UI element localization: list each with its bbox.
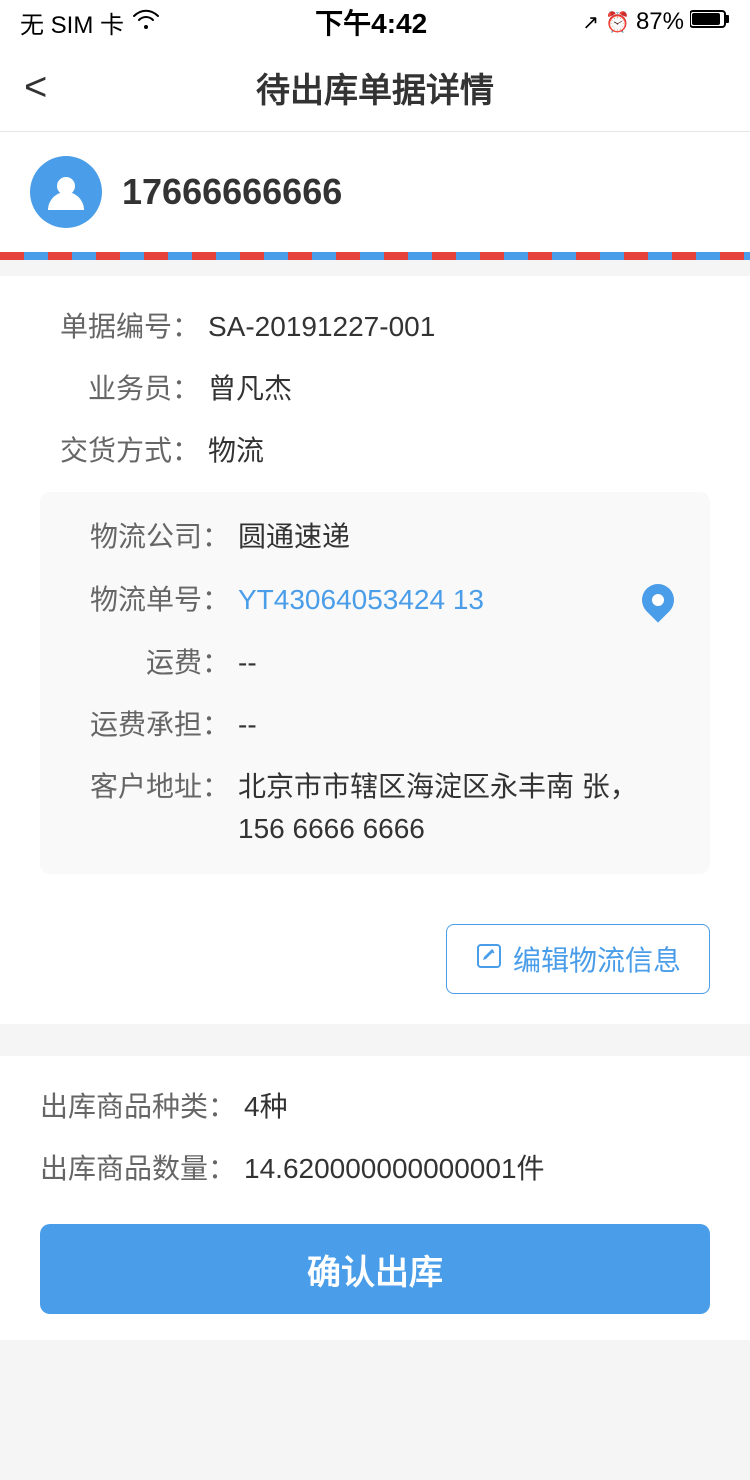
logistics-company-value: 圆通速递 — [238, 516, 680, 558]
logistics-tracking-value: YT43064053424 13 — [238, 579, 624, 621]
staff-value: 曾凡杰 — [208, 368, 710, 410]
page-title: 待出库单据详情 — [256, 63, 494, 112]
section-separator — [0, 1024, 750, 1040]
status-right: ↗ ⏰ 87% — [582, 8, 730, 36]
freight-label: 运费： — [70, 642, 230, 684]
map-pin-icon[interactable] — [636, 578, 680, 622]
dashed-divider — [0, 252, 750, 260]
alarm-icon: ⏰ — [605, 10, 630, 35]
wifi-icon — [132, 8, 160, 36]
edit-btn-row: 编辑物流信息 — [0, 904, 750, 1024]
status-time: 下午4:42 — [315, 2, 427, 42]
back-icon: < — [24, 65, 47, 109]
goods-types-label: 出库商品种类： — [40, 1086, 236, 1128]
goods-quantity-row: 出库商品数量： 14.620000000000001件 — [40, 1148, 710, 1190]
carrier-text: 无 SIM 卡 — [20, 5, 124, 40]
goods-types-row: 出库商品种类： 4种 — [40, 1086, 710, 1128]
freight-value: -- — [238, 642, 680, 684]
doc-number-label: 单据编号： — [40, 306, 200, 348]
freight-bearer-value: -- — [238, 704, 680, 746]
nav-bar: < 待出库单据详情 — [0, 44, 750, 132]
address-label: 客户地址： — [70, 766, 230, 808]
doc-number-row: 单据编号： SA-20191227-001 — [40, 306, 710, 348]
logistics-company-label: 物流公司： — [70, 516, 230, 558]
doc-number-value: SA-20191227-001 — [208, 306, 710, 348]
avatar — [30, 156, 102, 228]
delivery-value: 物流 — [208, 430, 710, 472]
logistics-card: 物流公司： 圆通速递 物流单号： YT43064053424 13 运费： --… — [40, 492, 710, 874]
staff-label: 业务员： — [40, 368, 200, 410]
goods-section: 出库商品种类： 4种 出库商品数量： 14.620000000000001件 — [0, 1056, 750, 1220]
user-phone: 17666666666 — [122, 171, 342, 213]
freight-bearer-label: 运费承担： — [70, 704, 230, 746]
goods-quantity-value: 14.620000000000001件 — [244, 1148, 710, 1190]
back-button[interactable]: < — [24, 65, 47, 110]
staff-row: 业务员： 曾凡杰 — [40, 368, 710, 410]
document-section: 单据编号： SA-20191227-001 业务员： 曾凡杰 交货方式： 物流 … — [0, 276, 750, 904]
battery-icon — [690, 8, 730, 36]
status-left: 无 SIM 卡 — [20, 5, 160, 40]
battery-text: 87% — [636, 8, 684, 36]
edit-logistics-icon — [475, 942, 503, 977]
edit-logistics-button[interactable]: 编辑物流信息 — [446, 924, 710, 994]
bottom-area: 确认出库 — [0, 1204, 750, 1334]
location-icon: ↗ — [582, 10, 599, 35]
address-row: 客户地址： 北京市市辖区海淀区永丰南 张，156 6666 6666 — [70, 766, 680, 850]
goods-quantity-label: 出库商品数量： — [40, 1148, 236, 1190]
user-section: 17666666666 — [0, 132, 750, 252]
goods-types-value: 4种 — [244, 1086, 710, 1128]
logistics-tracking-label: 物流单号： — [70, 579, 230, 621]
edit-logistics-label: 编辑物流信息 — [513, 939, 681, 979]
logistics-company-row: 物流公司： 圆通速递 — [70, 516, 680, 558]
confirm-outbound-button[interactable]: 确认出库 — [40, 1224, 710, 1314]
address-value: 北京市市辖区海淀区永丰南 张，156 6666 6666 — [238, 766, 680, 850]
status-bar: 无 SIM 卡 下午4:42 ↗ ⏰ 87% — [0, 0, 750, 44]
freight-bearer-row: 运费承担： -- — [70, 704, 680, 746]
freight-row: 运费： -- — [70, 642, 680, 684]
delivery-label: 交货方式： — [40, 430, 200, 472]
logistics-tracking-row: 物流单号： YT43064053424 13 — [70, 578, 680, 622]
delivery-row: 交货方式： 物流 — [40, 430, 710, 472]
